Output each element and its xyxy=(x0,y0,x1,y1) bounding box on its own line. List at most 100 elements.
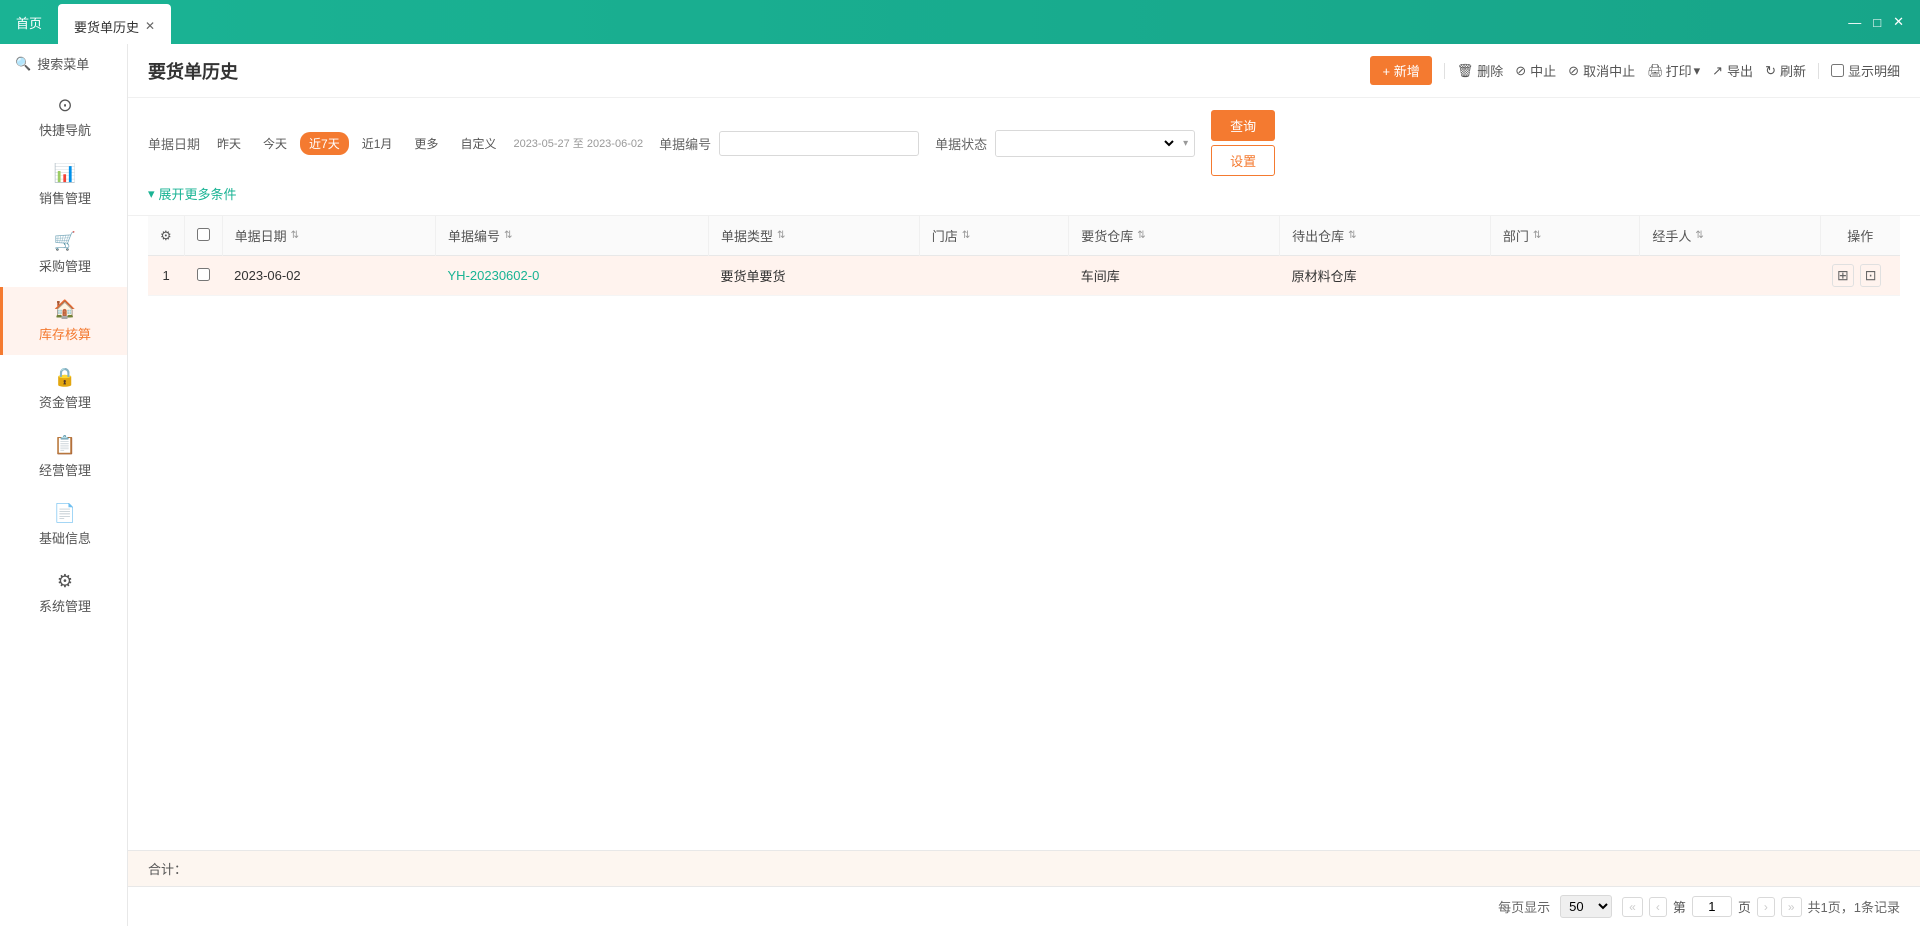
row-pending-warehouse: 原材料仓库 xyxy=(1280,256,1491,296)
query-button[interactable]: 查询 xyxy=(1211,110,1275,141)
th-date: 单据日期 ⇅ xyxy=(222,216,435,256)
th-pending-warehouse-sort[interactable]: 待出仓库 ⇅ xyxy=(1292,226,1478,245)
row-actions-cell: ⊞ ⊡ xyxy=(1820,256,1900,296)
table-header-row: ⚙ 单据日期 ⇅ 单据编号 xyxy=(148,216,1900,256)
quick-nav-icon: ⊙ xyxy=(57,95,72,116)
close-tab-icon[interactable]: ✕ xyxy=(145,19,155,33)
export-button[interactable]: ↗ 导出 xyxy=(1712,61,1753,80)
th-store: 门店 ⇅ xyxy=(919,216,1068,256)
th-type-sort[interactable]: 单据类型 ⇅ xyxy=(721,226,907,245)
sidebar-item-purchase[interactable]: 🛒 采购管理 xyxy=(0,219,127,287)
minimize-icon[interactable]: — xyxy=(1848,15,1861,30)
delete-button[interactable]: 🗑 删除 xyxy=(1457,61,1504,80)
maximize-icon[interactable]: □ xyxy=(1873,15,1881,30)
header-actions: + 新增 🗑 删除 ⊘ 中止 ⊘ 取消中止 🖨 打印 ▾ xyxy=(1370,56,1900,85)
setting-button[interactable]: 设置 xyxy=(1211,145,1275,176)
row-view-button[interactable]: ⊞ xyxy=(1832,264,1854,287)
th-handler: 经手人 ⇅ xyxy=(1640,216,1820,256)
print-button[interactable]: 🖨 打印 ▾ xyxy=(1647,61,1700,80)
stop-icon: ⊘ xyxy=(1515,63,1526,79)
sidebar-item-sales[interactable]: 📊 销售管理 xyxy=(0,151,127,219)
expand-more-button[interactable]: ▾ 展开更多条件 xyxy=(148,184,1900,203)
operations-icon: 📋 xyxy=(54,435,76,456)
stop-button[interactable]: ⊘ 中止 xyxy=(1515,61,1556,80)
th-department-sort[interactable]: 部门 ⇅ xyxy=(1503,226,1627,245)
date-filter-buttons: 昨天 今天 近7天 近1月 更多 自定义 xyxy=(208,132,505,155)
sidebar-item-operations[interactable]: 📋 经营管理 xyxy=(0,423,127,491)
cancel-stop-button[interactable]: ⊘ 取消中止 xyxy=(1568,61,1635,80)
row-edit-button[interactable]: ⊡ xyxy=(1860,264,1882,287)
th-settings[interactable]: ⚙ xyxy=(148,216,184,256)
row-type: 要货单要货 xyxy=(709,256,920,296)
row-select-checkbox[interactable] xyxy=(197,268,210,281)
date-btn-1month[interactable]: 近1月 xyxy=(353,132,402,155)
th-pending-warehouse: 待出仓库 ⇅ xyxy=(1280,216,1491,256)
date-filter-group: 单据日期 昨天 今天 近7天 近1月 更多 自定义 2023-05-27 至 2… xyxy=(148,132,643,155)
close-window-icon[interactable]: ✕ xyxy=(1893,14,1904,30)
page-label: 第 xyxy=(1673,897,1686,916)
refresh-button[interactable]: ↻ 刷新 xyxy=(1765,61,1806,80)
sidebar-item-finance[interactable]: 🔒 资金管理 xyxy=(0,355,127,423)
date-btn-custom[interactable]: 自定义 xyxy=(451,132,505,155)
th-department: 部门 ⇅ xyxy=(1490,216,1639,256)
print-dropdown-icon: ▾ xyxy=(1694,63,1701,79)
page-navigation: « ‹ 第 页 › » 共1页，1条记录 xyxy=(1622,896,1900,917)
last-page-button[interactable]: » xyxy=(1781,897,1802,917)
row-number: YH-20230602-0 xyxy=(436,256,709,296)
row-req-warehouse: 车间库 xyxy=(1069,256,1280,296)
th-handler-sort[interactable]: 经手人 ⇅ xyxy=(1652,226,1807,245)
row-checkbox xyxy=(184,256,222,296)
sidebar-search[interactable]: 🔍 搜索菜单 xyxy=(0,44,127,83)
th-req-warehouse-sort[interactable]: 要货仓库 ⇅ xyxy=(1081,226,1267,245)
filter-row-1: 单据日期 昨天 今天 近7天 近1月 更多 自定义 2023-05-27 至 2… xyxy=(148,110,1900,176)
column-settings-icon[interactable]: ⚙ xyxy=(160,228,172,243)
row-department xyxy=(1490,256,1639,296)
sidebar-item-inventory[interactable]: 🏠 库存核算 xyxy=(0,287,127,355)
th-store-sort[interactable]: 门店 ⇅ xyxy=(932,226,1056,245)
number-sort-icon: ⇅ xyxy=(504,230,512,241)
pending-warehouse-sort-icon: ⇅ xyxy=(1348,230,1356,241)
row-number-link[interactable]: YH-20230602-0 xyxy=(448,268,540,283)
doc-status-select-wrap: ▾ xyxy=(995,130,1195,157)
tab-home[interactable]: 首页 xyxy=(0,0,58,44)
date-btn-more[interactable]: 更多 xyxy=(405,132,447,155)
next-page-button[interactable]: › xyxy=(1757,897,1775,917)
new-button[interactable]: + 新增 xyxy=(1370,56,1431,85)
page-size-select[interactable]: 50 10 20 100 xyxy=(1560,895,1612,918)
delete-icon: 🗑 xyxy=(1457,63,1474,79)
date-sort-icon: ⇅ xyxy=(291,230,299,241)
pagination-bar: 每页显示 50 10 20 100 « ‹ 第 页 › » 共1页，1条记录 xyxy=(128,886,1920,926)
tab-requisition-history[interactable]: 要货单历史 ✕ xyxy=(58,4,171,48)
th-date-sort[interactable]: 单据日期 ⇅ xyxy=(235,226,423,245)
page-number-input[interactable] xyxy=(1692,896,1732,917)
sidebar-item-system[interactable]: ⚙ 系统管理 xyxy=(0,559,127,627)
print-icon: 🖨 xyxy=(1647,63,1664,79)
sidebar-item-basic-info[interactable]: 📄 基础信息 xyxy=(0,491,127,559)
page-total: 共1页，1条记录 xyxy=(1808,897,1900,916)
th-number-sort[interactable]: 单据编号 ⇅ xyxy=(448,226,696,245)
export-icon: ↗ xyxy=(1712,63,1723,79)
table-row: 1 2023-06-02 YH-20230602-0 要货单要货 车间库 原材料… xyxy=(148,256,1900,296)
select-all-checkbox[interactable] xyxy=(197,228,210,241)
table-wrapper: ⚙ 单据日期 ⇅ 单据编号 xyxy=(128,216,1920,850)
page-size-label: 每页显示 xyxy=(1498,897,1550,916)
page-header: 要货单历史 + 新增 🗑 删除 ⊘ 中止 ⊘ 取消中止 🖨 打 xyxy=(128,44,1920,98)
row-action-buttons: ⊞ ⊡ xyxy=(1832,264,1888,287)
row-date: 2023-06-02 xyxy=(222,256,435,296)
prev-page-button[interactable]: ‹ xyxy=(1649,897,1667,917)
refresh-icon: ↻ xyxy=(1765,63,1776,79)
page-unit: 页 xyxy=(1738,897,1751,916)
date-btn-yesterday[interactable]: 昨天 xyxy=(208,132,250,155)
first-page-button[interactable]: « xyxy=(1622,897,1643,917)
date-filter-label: 单据日期 xyxy=(148,134,200,153)
display-detail-checkbox[interactable] xyxy=(1831,64,1844,77)
sidebar-item-quick-nav[interactable]: ⊙ 快捷导航 xyxy=(0,83,127,151)
doc-number-input[interactable] xyxy=(719,131,919,156)
doc-number-filter-group: 单据编号 xyxy=(659,131,919,156)
doc-status-select[interactable] xyxy=(996,131,1177,156)
date-btn-today[interactable]: 今天 xyxy=(254,132,296,155)
main-layout: 🔍 搜索菜单 ⊙ 快捷导航 📊 销售管理 🛒 采购管理 🏠 库存核算 🔒 资金管… xyxy=(0,44,1920,926)
date-btn-7days[interactable]: 近7天 xyxy=(300,132,349,155)
display-detail-toggle[interactable]: 显示明细 xyxy=(1831,61,1900,80)
req-warehouse-sort-icon: ⇅ xyxy=(1137,230,1145,241)
